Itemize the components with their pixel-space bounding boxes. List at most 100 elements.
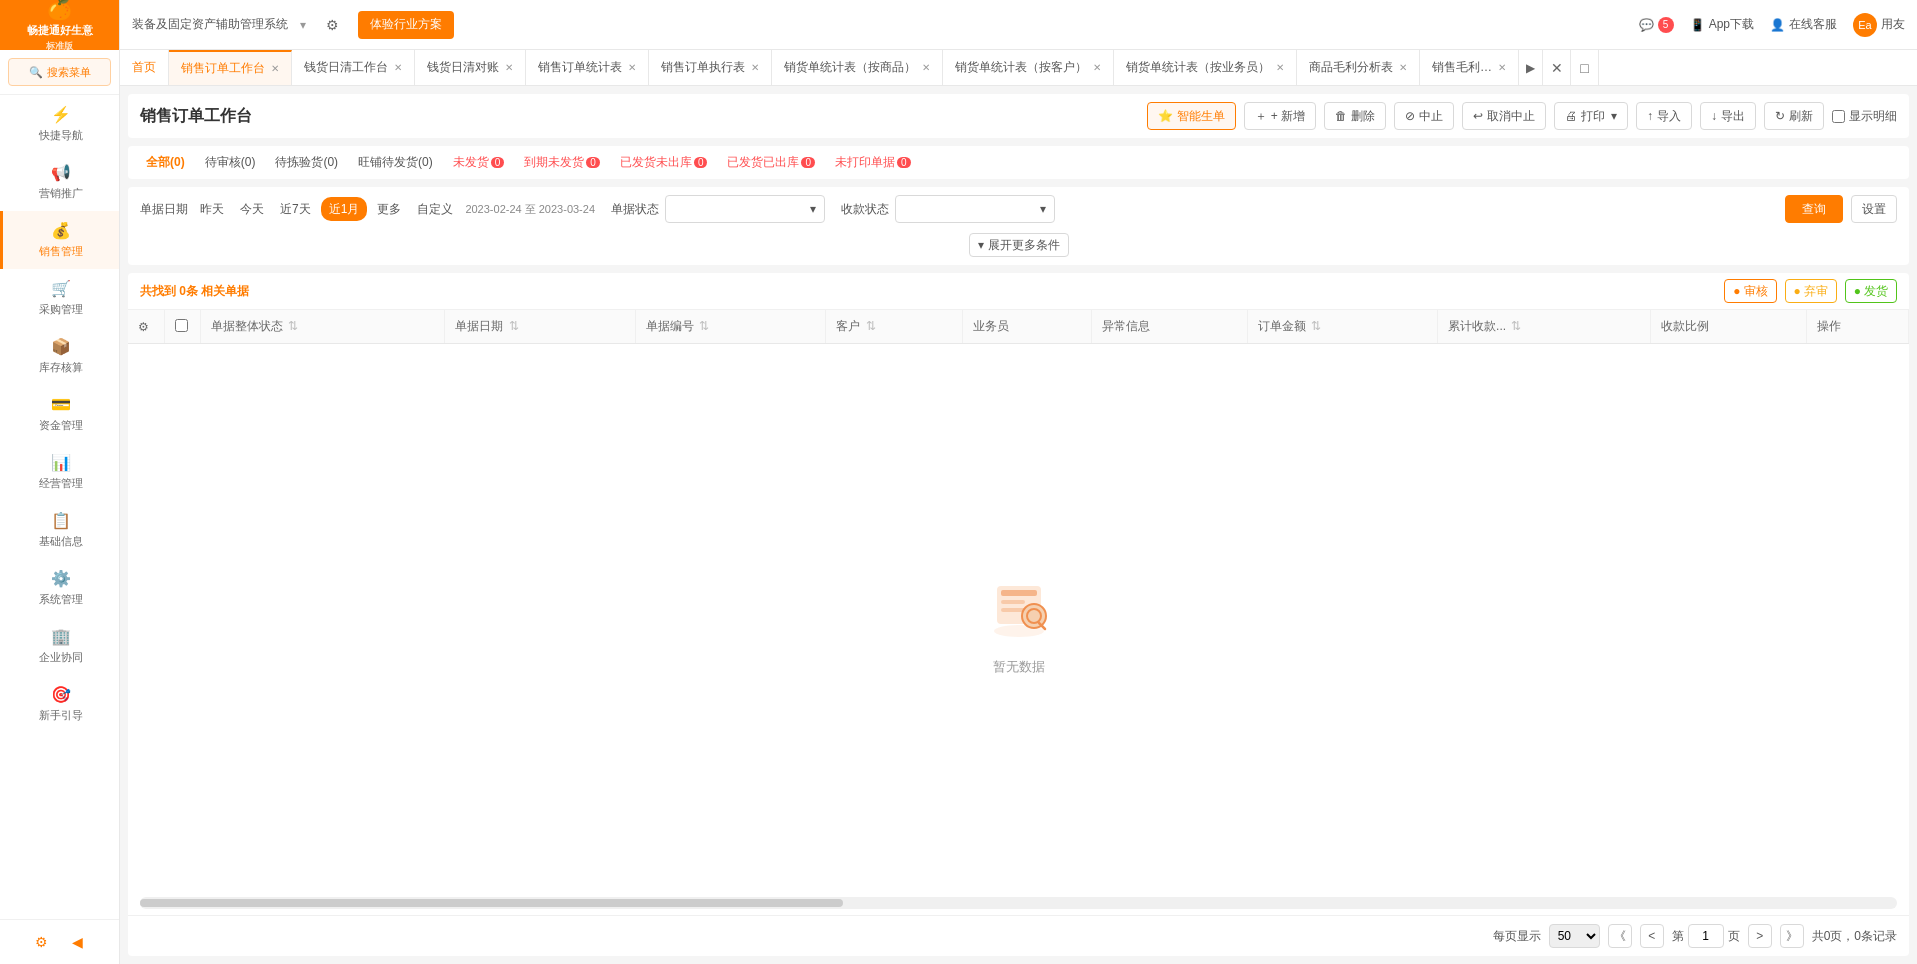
sub-tab-shipped-not-out[interactable]: 已发货未出库0 (610, 150, 718, 175)
sort-icon[interactable]: ⇅ (699, 319, 709, 333)
tab-close-icon[interactable]: ✕ (922, 62, 930, 73)
tab-sales-order-exec[interactable]: 销售订单执行表 ✕ (649, 50, 772, 86)
tab-gross-profit[interactable]: 商品毛利分析表 ✕ (1297, 50, 1420, 86)
tab-close-icon[interactable]: ✕ (1399, 62, 1407, 73)
date-1month-btn[interactable]: 近1月 (321, 197, 368, 221)
horizontal-scrollbar[interactable] (140, 897, 1897, 909)
date-custom-btn[interactable]: 自定义 (411, 197, 459, 221)
sort-icon[interactable]: ⇅ (1511, 319, 1521, 333)
filter-settings-button[interactable]: 设置 (1851, 195, 1897, 223)
sidebar-item-system[interactable]: ⚙️ 系统管理 (0, 559, 119, 617)
th-collected: 累计收款... ⇅ (1438, 310, 1651, 344)
sort-icon[interactable]: ⇅ (866, 319, 876, 333)
next-page-button[interactable]: > (1748, 924, 1772, 948)
tab-sales-by-goods[interactable]: 销货单统计表（按商品） ✕ (772, 50, 943, 86)
tab-cash-goods-clear[interactable]: 钱货日清工作台 ✕ (292, 50, 415, 86)
user-menu[interactable]: Ea 用友 (1853, 13, 1905, 37)
sidebar-item-operations[interactable]: 📊 经营管理 (0, 443, 119, 501)
tab-close-icon[interactable]: ✕ (751, 62, 759, 73)
sort-icon[interactable]: ⇅ (288, 319, 298, 333)
sub-tab-not-shipped[interactable]: 未发货0 (443, 150, 515, 175)
header-settings-button[interactable]: ⚙ (318, 11, 346, 39)
per-page-select[interactable]: 50 20 100 (1549, 924, 1600, 948)
date-7days-btn[interactable]: 近7天 (274, 197, 317, 221)
page-number-input[interactable] (1688, 924, 1724, 948)
industry-solution-button[interactable]: 体验行业方案 (358, 11, 454, 39)
date-today-btn[interactable]: 今天 (234, 197, 270, 221)
sidebar-item-purchase[interactable]: 🛒 采购管理 (0, 269, 119, 327)
stop-button[interactable]: ⊘ 中止 (1394, 102, 1454, 130)
message-button[interactable]: 💬 5 (1639, 17, 1674, 33)
sort-icon[interactable]: ⇅ (1311, 319, 1321, 333)
show-detail-input[interactable] (1832, 110, 1845, 123)
tab-sales-order-stats[interactable]: 销售订单统计表 ✕ (526, 50, 649, 86)
th-abnormal: 异常信息 (1091, 310, 1247, 344)
add-button[interactable]: ＋ + 新增 (1244, 102, 1316, 130)
delete-button[interactable]: 🗑 删除 (1324, 102, 1386, 130)
expand-filter-button[interactable]: ▾ 展开更多条件 (969, 233, 1069, 257)
online-service-button[interactable]: 👤 在线客服 (1770, 16, 1837, 33)
sub-tab-pending-inspection[interactable]: 待拣验货(0) (265, 150, 348, 175)
tab-close-icon[interactable]: ✕ (505, 62, 513, 73)
search-menu-button[interactable]: 🔍 搜索菜单 (8, 58, 111, 86)
sidebar-item-sales[interactable]: 💰 销售管理 (0, 211, 119, 269)
th-settings[interactable]: ⚙ (128, 310, 164, 344)
scrollbar-thumb[interactable] (140, 899, 843, 907)
last-page-button[interactable]: 》 (1780, 924, 1804, 948)
tab-sales-profit[interactable]: 销售毛利… ✕ (1420, 50, 1519, 86)
tab-close-icon[interactable]: ✕ (394, 62, 402, 73)
sidebar-item-marketing[interactable]: 📢 营销推广 (0, 153, 119, 211)
sidebar-item-guide[interactable]: 🎯 新手引导 (0, 675, 119, 733)
collapse-button[interactable]: ◀ (64, 928, 92, 956)
import-button[interactable]: ↑ 导入 (1636, 102, 1692, 130)
sidebar-item-finance[interactable]: 💳 资金管理 (0, 385, 119, 443)
sort-icon[interactable]: ⇅ (509, 319, 519, 333)
settings-button[interactable]: ⚙ (28, 928, 56, 956)
tab-close-icon[interactable]: ✕ (1093, 62, 1101, 73)
tab-close-icon[interactable]: ✕ (1276, 62, 1284, 73)
query-button[interactable]: 查询 (1785, 195, 1843, 223)
revoke-button[interactable]: ● 弃审 (1785, 279, 1837, 303)
payment-select[interactable]: ▾ (895, 195, 1055, 223)
th-salesperson-label: 业务员 (973, 319, 1009, 333)
sub-tab-overdue-ship[interactable]: 到期未发货0 (514, 150, 610, 175)
date-more-btn[interactable]: 更多 (371, 197, 407, 221)
print-dropdown[interactable]: 🖨 打印 ▾ (1554, 102, 1628, 130)
tab-close-all-button[interactable]: ✕ (1543, 50, 1571, 86)
prev-page-button[interactable]: < (1640, 924, 1664, 948)
tab-sales-order-workbench[interactable]: 销售订单工作台 ✕ (169, 50, 292, 86)
smart-create-button[interactable]: ⭐ 智能生单 (1147, 102, 1236, 130)
sidebar-item-enterprise[interactable]: 🏢 企业协同 (0, 617, 119, 675)
sidebar-item-inventory[interactable]: 📦 库存核算 (0, 327, 119, 385)
tab-cash-goods-reconcile[interactable]: 钱货日清对账 ✕ (415, 50, 526, 86)
tab-close-icon[interactable]: ✕ (271, 63, 279, 74)
first-page-button[interactable]: 《 (1608, 924, 1632, 948)
tab-scroll-right-button[interactable]: ▶ (1519, 50, 1543, 86)
select-all-checkbox[interactable] (175, 319, 188, 332)
sub-tab-shop-pending[interactable]: 旺铺待发货(0) (348, 150, 443, 175)
sub-tab-all[interactable]: 全部(0) (136, 150, 195, 175)
show-detail-checkbox[interactable]: 显示明细 (1832, 108, 1897, 125)
cancel-stop-button[interactable]: ↩ 取消中止 (1462, 102, 1546, 130)
status-select[interactable]: ▾ (665, 195, 825, 223)
date-yesterday-btn[interactable]: 昨天 (194, 197, 230, 221)
cancel-stop-label: 取消中止 (1487, 108, 1535, 125)
tab-home[interactable]: 首页 (120, 50, 169, 86)
sub-tab-pending-review[interactable]: 待审核(0) (195, 150, 266, 175)
refresh-button[interactable]: ↻ 刷新 (1764, 102, 1824, 130)
th-operation: 操作 (1807, 310, 1909, 344)
tab-maximize-button[interactable]: □ (1571, 50, 1599, 86)
tab-close-icon[interactable]: ✕ (628, 62, 636, 73)
app-download-button[interactable]: 📱 App下载 (1690, 16, 1754, 33)
tab-sales-by-salesperson[interactable]: 销货单统计表（按业务员） ✕ (1114, 50, 1297, 86)
ship-button[interactable]: ● 发货 (1845, 279, 1897, 303)
sub-tab-not-printed[interactable]: 未打印单据0 (825, 150, 921, 175)
export-button[interactable]: ↓ 导出 (1700, 102, 1756, 130)
tab-sales-by-customer[interactable]: 销货单统计表（按客户） ✕ (943, 50, 1114, 86)
th-checkbox[interactable] (164, 310, 200, 344)
sidebar-item-basic[interactable]: 📋 基础信息 (0, 501, 119, 559)
sub-tab-shipped-out[interactable]: 已发货已出库0 (717, 150, 825, 175)
audit-button[interactable]: ● 审核 (1724, 279, 1776, 303)
tab-close-icon[interactable]: ✕ (1498, 62, 1506, 73)
sidebar-item-quick-nav[interactable]: ⚡ 快捷导航 (0, 95, 119, 153)
